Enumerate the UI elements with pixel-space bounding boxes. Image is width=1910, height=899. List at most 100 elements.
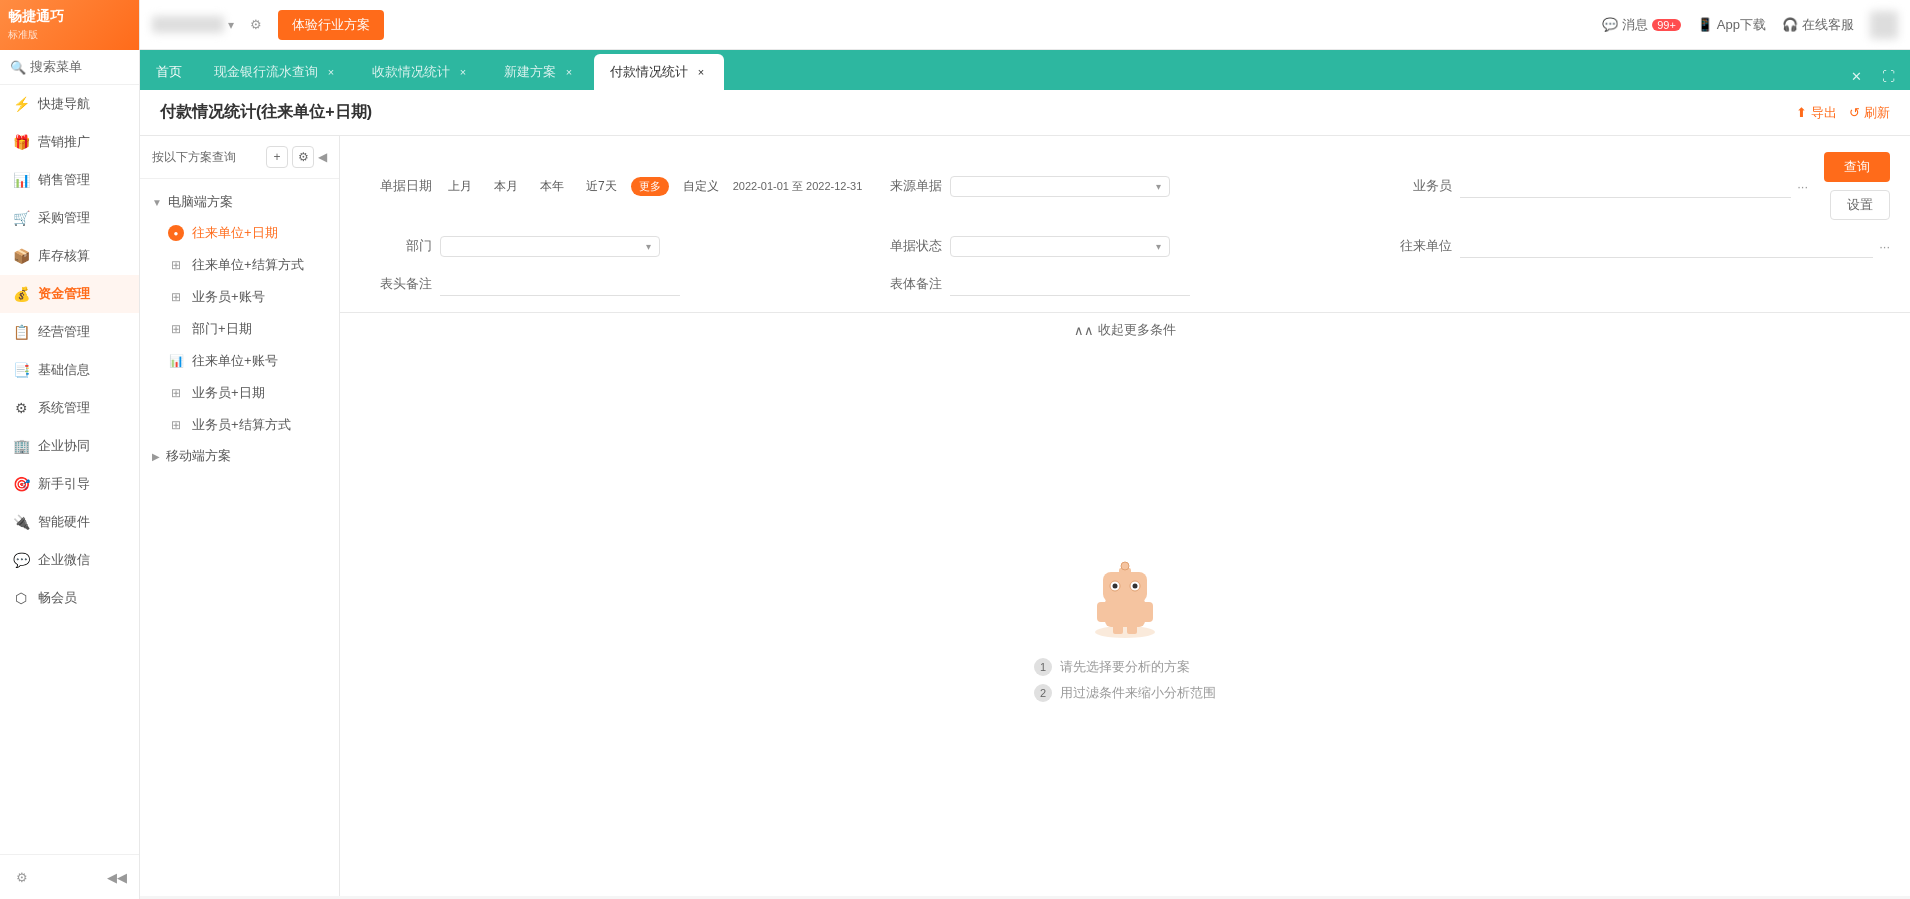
tab-receipt-stats[interactable]: 收款情况统计 × bbox=[356, 54, 486, 90]
staff-ellipsis[interactable]: ··· bbox=[1797, 179, 1808, 194]
collapse-label: 收起更多条件 bbox=[1098, 321, 1176, 339]
sidebar-item-hardware[interactable]: 🔌 智能硬件 bbox=[0, 503, 139, 541]
sidebar-item-guide[interactable]: 🎯 新手引导 bbox=[0, 465, 139, 503]
sidebar-item-label: 企业协同 bbox=[38, 437, 90, 455]
unit-section: 往来单位 ··· bbox=[1380, 234, 1890, 258]
home-label: 首页 bbox=[156, 63, 182, 81]
tab-bank-flow-close[interactable]: × bbox=[324, 65, 338, 79]
sidebar-item-label: 经营管理 bbox=[38, 323, 90, 341]
setting-btn[interactable]: 设置 bbox=[1830, 190, 1890, 220]
unit-input[interactable] bbox=[1460, 234, 1873, 258]
body-note-input[interactable] bbox=[950, 272, 1190, 296]
sidebar-item-wechat[interactable]: 💬 企业微信 bbox=[0, 541, 139, 579]
sidebar-item-system[interactable]: ⚙ 系统管理 bbox=[0, 389, 139, 427]
hardware-icon: 🔌 bbox=[12, 513, 30, 531]
expand-tabs-btn[interactable]: ⛶ bbox=[1874, 62, 1902, 90]
refresh-btn[interactable]: ↺ 刷新 bbox=[1849, 104, 1890, 122]
scheme-add-btn[interactable]: + bbox=[266, 146, 288, 168]
sidebar-item-quick-nav[interactable]: ⚡ 快捷导航 bbox=[0, 85, 139, 123]
date-control: 上月 本月 本年 近7天 更多 自定义 2022-01-01 至 2022-12… bbox=[440, 175, 870, 198]
status-label: 单据状态 bbox=[870, 237, 950, 255]
collapse-btn-row[interactable]: ∧∧ 收起更多条件 bbox=[340, 313, 1910, 347]
sidebar-item-basic-info[interactable]: 📑 基础信息 bbox=[0, 351, 139, 389]
source-select[interactable]: ▾ bbox=[950, 176, 1170, 197]
messages-btn[interactable]: 💬 消息 99+ bbox=[1602, 16, 1681, 34]
tab-payment-stats[interactable]: 付款情况统计 × bbox=[594, 54, 724, 90]
header-note-section: 表头备注 bbox=[360, 272, 870, 296]
scheme-collapse-btn[interactable]: ◀ bbox=[318, 150, 327, 164]
sidebar-item-enterprise[interactable]: 🏢 企业协同 bbox=[0, 427, 139, 465]
trial-btn[interactable]: 体验行业方案 bbox=[278, 10, 384, 40]
tab-receipt-stats-close[interactable]: × bbox=[456, 65, 470, 79]
scheme-item-label: 部门+日期 bbox=[192, 320, 252, 338]
sidebar-item-finance[interactable]: 💰 资金管理 bbox=[0, 275, 139, 313]
sidebar-item-member[interactable]: ⬡ 畅会员 bbox=[0, 579, 139, 617]
page-title: 付款情况统计(往来单位+日期) bbox=[160, 102, 372, 123]
date-7days-btn[interactable]: 近7天 bbox=[578, 175, 625, 198]
scheme-settings-btn[interactable]: ⚙ bbox=[292, 146, 314, 168]
sidebar-item-label: 畅会员 bbox=[38, 589, 77, 607]
sidebar-item-inventory[interactable]: 📦 库存核算 bbox=[0, 237, 139, 275]
topbar-gear-btn[interactable]: ⚙ bbox=[242, 11, 270, 39]
source-dropdown-arrow: ▾ bbox=[1156, 181, 1161, 192]
scheme-group-mobile-header[interactable]: ▶ 移动端方案 bbox=[140, 441, 339, 471]
dept-select[interactable]: ▾ bbox=[440, 236, 660, 257]
scheme-item-staff-payment[interactable]: ⊞ 业务员+结算方式 bbox=[140, 409, 339, 441]
staff-control: ··· bbox=[1460, 174, 1808, 198]
date-more-btn[interactable]: 更多 bbox=[631, 177, 669, 196]
body-note-label: 表体备注 bbox=[870, 275, 950, 293]
avatar[interactable] bbox=[1870, 11, 1898, 39]
tab-payment-stats-close[interactable]: × bbox=[694, 65, 708, 79]
sidebar-item-operations[interactable]: 📋 经营管理 bbox=[0, 313, 139, 351]
headset-icon: 🎧 bbox=[1782, 17, 1798, 32]
header-note-label: 表头备注 bbox=[360, 275, 440, 293]
scheme-group-mobile: ▶ 移动端方案 bbox=[140, 441, 339, 471]
online-service-btn[interactable]: 🎧 在线客服 bbox=[1782, 16, 1854, 34]
filter-row-2: 部门 ▾ 单据状态 ▾ bbox=[360, 234, 1890, 258]
date-this-year-btn[interactable]: 本年 bbox=[532, 175, 572, 198]
online-service-label: 在线客服 bbox=[1802, 16, 1854, 34]
sidebar-item-marketing[interactable]: 🎁 营销推广 bbox=[0, 123, 139, 161]
collapse-up-icon: ∧∧ bbox=[1074, 323, 1094, 338]
sidebar-item-label: 快捷导航 bbox=[38, 95, 90, 113]
tab-receipt-stats-label: 收款情况统计 bbox=[372, 63, 450, 81]
sidebar-item-label: 库存核算 bbox=[38, 247, 90, 265]
tab-new-scheme-close[interactable]: × bbox=[562, 65, 576, 79]
unit-account-icon: 📊 bbox=[168, 353, 184, 369]
tab-home[interactable]: 首页 bbox=[140, 54, 198, 90]
tab-new-scheme[interactable]: 新建方案 × bbox=[488, 54, 592, 90]
scheme-item-staff-date[interactable]: ⊞ 业务员+日期 bbox=[140, 377, 339, 409]
mobile-arrow-icon: ▶ bbox=[152, 451, 160, 462]
collapse-sidebar-btn[interactable]: ◀◀ bbox=[103, 863, 131, 891]
scheme-item-staff-account[interactable]: ⊞ 业务员+账号 bbox=[140, 281, 339, 313]
company-selector[interactable]: 某某公司名称 ▾ bbox=[152, 16, 234, 33]
export-btn[interactable]: ⬆ 导出 bbox=[1796, 104, 1837, 122]
sidebar-item-purchase[interactable]: 🛒 采购管理 bbox=[0, 199, 139, 237]
scheme-item-unit-account[interactable]: 📊 往来单位+账号 bbox=[140, 345, 339, 377]
sidebar-item-sales[interactable]: 📊 销售管理 bbox=[0, 161, 139, 199]
date-last-month-btn[interactable]: 上月 bbox=[440, 175, 480, 198]
unit-label: 往来单位 bbox=[1380, 237, 1460, 255]
app-download-btn[interactable]: 📱 App下载 bbox=[1697, 16, 1766, 34]
status-section: 单据状态 ▾ bbox=[870, 236, 1380, 257]
header-note-input[interactable] bbox=[440, 272, 680, 296]
scheme-group-desktop-header[interactable]: ▼ 电脑端方案 bbox=[140, 187, 339, 217]
unit-ellipsis[interactable]: ··· bbox=[1879, 239, 1890, 254]
tab-bank-flow[interactable]: 现金银行流水查询 × bbox=[198, 54, 354, 90]
settings-footer-btn[interactable]: ⚙ bbox=[8, 863, 36, 891]
scheme-item-unit-payment[interactable]: ⊞ 往来单位+结算方式 bbox=[140, 249, 339, 281]
date-custom-btn[interactable]: 自定义 bbox=[675, 175, 727, 198]
scheme-item-dept-date[interactable]: ⊞ 部门+日期 bbox=[140, 313, 339, 345]
close-all-tabs-btn[interactable]: ✕ bbox=[1842, 62, 1870, 90]
status-select[interactable]: ▾ bbox=[950, 236, 1170, 257]
scheme-item-unit-date[interactable]: ● 往来单位+日期 bbox=[140, 217, 339, 249]
staff-label: 业务员 bbox=[1380, 177, 1460, 195]
search-menu[interactable]: 🔍 搜索菜单 bbox=[0, 50, 139, 85]
staff-input[interactable] bbox=[1460, 174, 1791, 198]
date-this-month-btn[interactable]: 本月 bbox=[486, 175, 526, 198]
svg-rect-2 bbox=[1097, 602, 1109, 622]
refresh-label: 刷新 bbox=[1864, 104, 1890, 122]
logo: 畅捷通巧 标准版 bbox=[8, 8, 64, 42]
sidebar-item-label: 新手引导 bbox=[38, 475, 90, 493]
query-btn[interactable]: 查询 bbox=[1824, 152, 1890, 182]
